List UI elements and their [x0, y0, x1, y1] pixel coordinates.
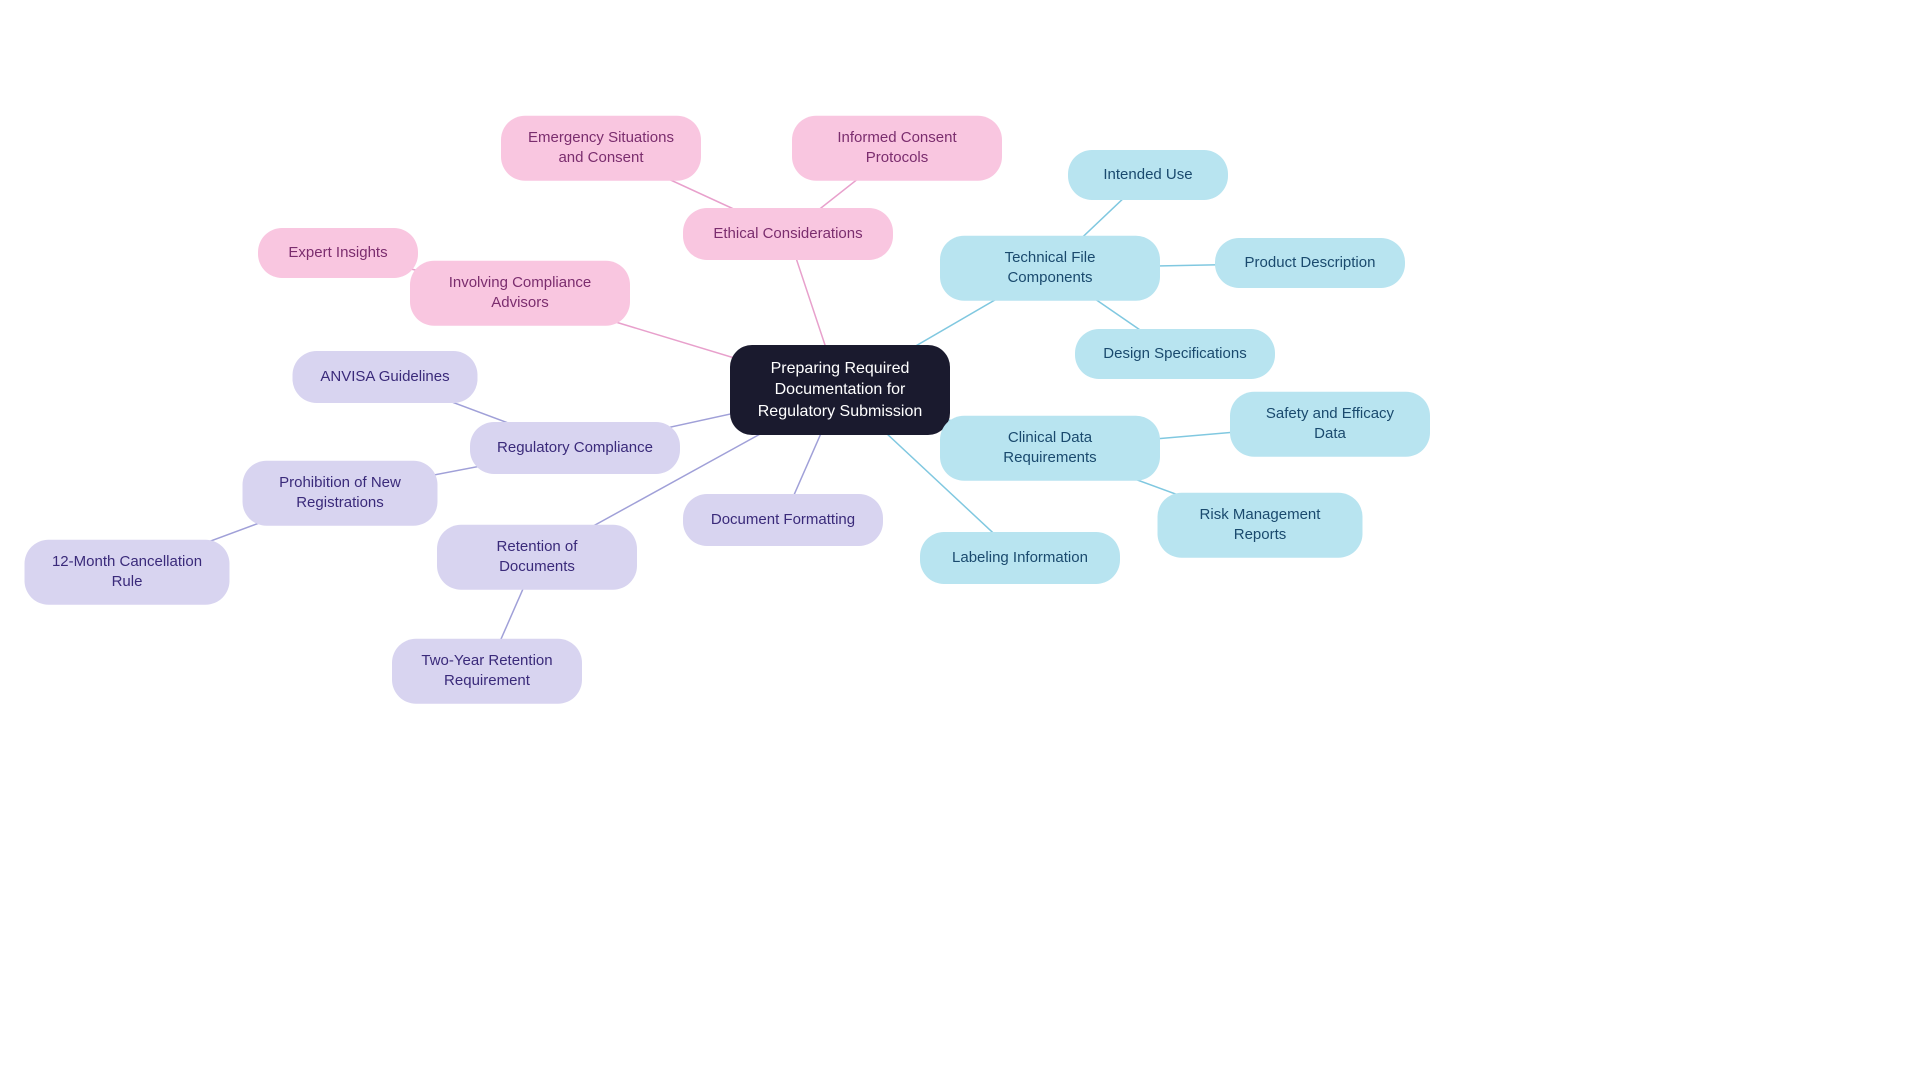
node-intended[interactable]: Intended Use: [1068, 150, 1228, 200]
node-anvisa[interactable]: ANVISA Guidelines: [293, 351, 478, 403]
node-labeling[interactable]: Labeling Information: [920, 532, 1120, 584]
node-emergency[interactable]: Emergency Situations and Consent: [501, 116, 701, 181]
node-involving[interactable]: Involving Compliance Advisors: [410, 261, 630, 326]
node-twoyear[interactable]: Two-Year Retention Requirement: [392, 639, 582, 704]
node-expert[interactable]: Expert Insights: [258, 228, 418, 278]
node-design[interactable]: Design Specifications: [1075, 329, 1275, 379]
node-product[interactable]: Product Description: [1215, 238, 1405, 288]
node-clinical[interactable]: Clinical Data Requirements: [940, 416, 1160, 481]
node-retention[interactable]: Retention of Documents: [437, 525, 637, 590]
node-informed[interactable]: Informed Consent Protocols: [792, 116, 1002, 181]
node-document[interactable]: Document Formatting: [683, 494, 883, 546]
mindmap-container: Preparing Required Documentation for Reg…: [0, 0, 1920, 1083]
node-risk[interactable]: Risk Management Reports: [1158, 493, 1363, 558]
node-technical[interactable]: Technical File Components: [940, 236, 1160, 301]
node-safety[interactable]: Safety and Efficacy Data: [1230, 392, 1430, 457]
node-prohibition[interactable]: Prohibition of New Registrations: [243, 461, 438, 526]
node-ethical[interactable]: Ethical Considerations: [683, 208, 893, 260]
node-center[interactable]: Preparing Required Documentation for Reg…: [730, 345, 950, 435]
node-cancellation[interactable]: 12-Month Cancellation Rule: [25, 540, 230, 605]
node-regulatory[interactable]: Regulatory Compliance: [470, 422, 680, 474]
